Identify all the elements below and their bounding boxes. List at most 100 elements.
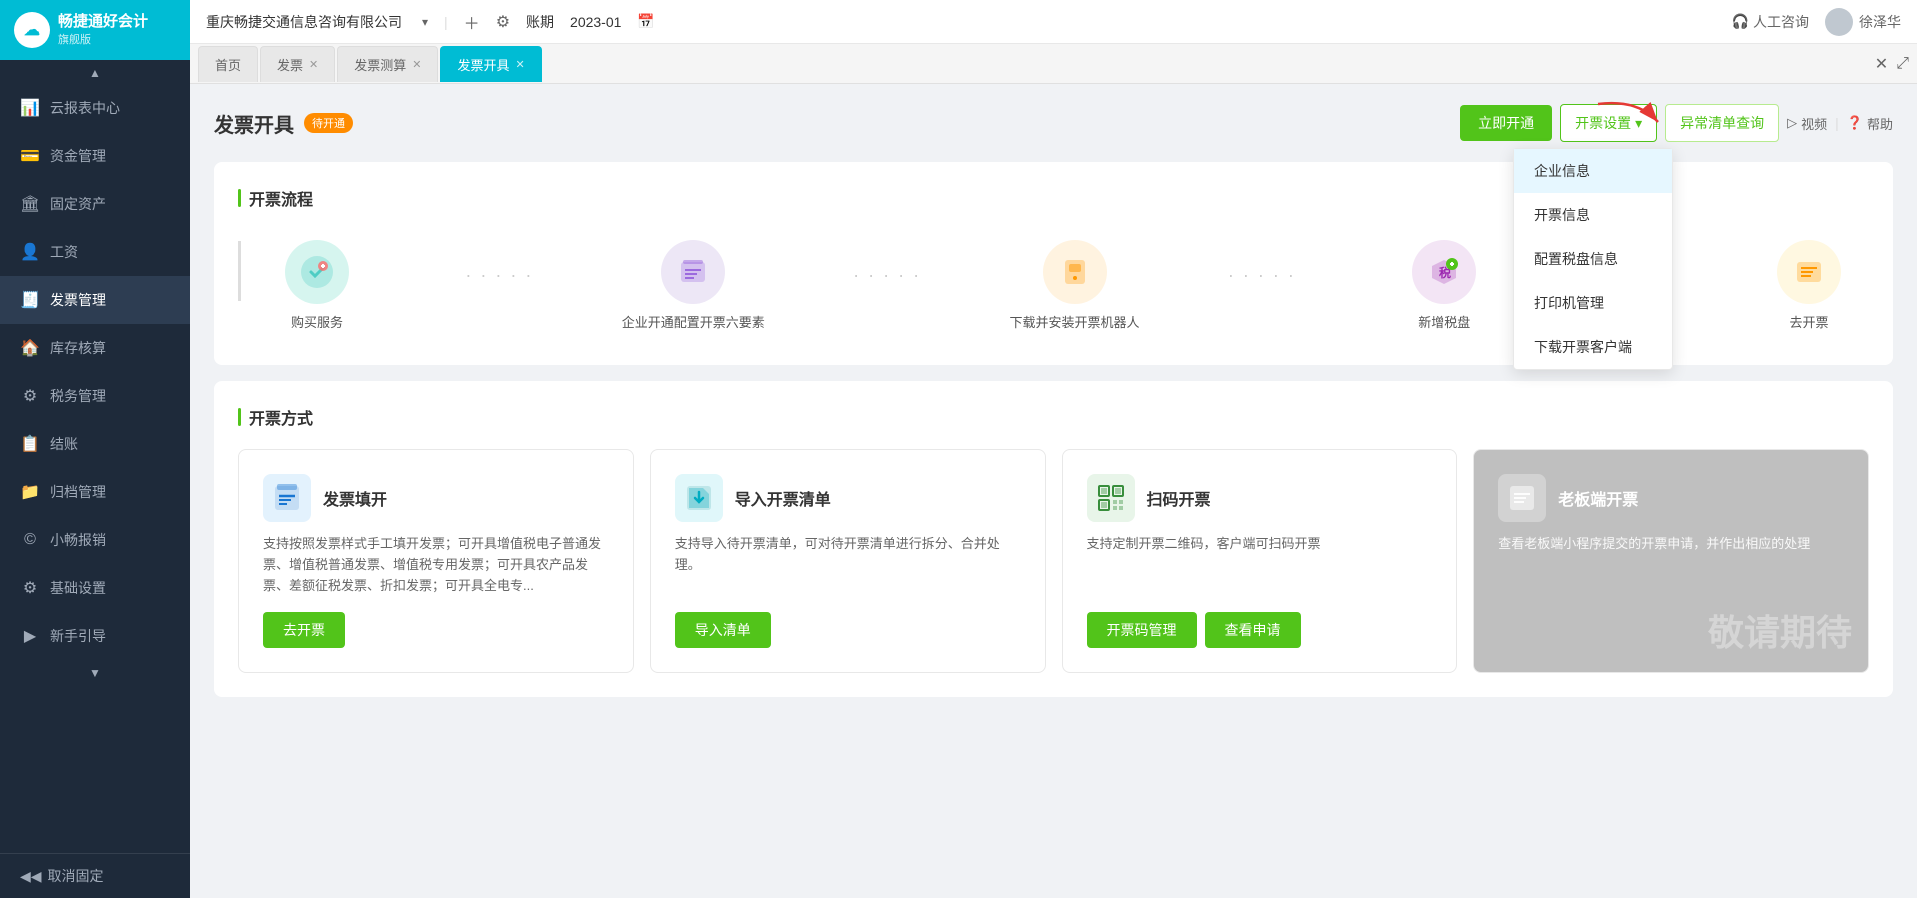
config-icon [661, 240, 725, 304]
page-title: 发票开具 [214, 109, 294, 138]
logo-icon: ☁ [14, 12, 50, 48]
title-border-decoration [238, 189, 241, 207]
sidebar-item-gudingzichan[interactable]: 🏛 固定资产 [0, 180, 190, 228]
cancel-label: 取消固定 [48, 866, 104, 886]
method-card-fill: 发票填开 支持按照发票样式手工填开发票；可开具增值税电子普通发票、增值税普通发票… [238, 449, 634, 673]
sidebar-item-jiezhang[interactable]: 📋 结账 [0, 420, 190, 468]
open-btn[interactable]: 立即开通 [1460, 105, 1552, 141]
dropdown-item-download[interactable]: 下载开票客户端 [1514, 325, 1672, 369]
red-arrow-indicator [1588, 94, 1668, 137]
dropdown-company-info-label: 企业信息 [1534, 163, 1590, 179]
sidebar-item-label: 库存核算 [50, 338, 106, 358]
flow-step-buy-label: 购买服务 [291, 312, 343, 331]
help-btn[interactable]: ❓ 帮助 [1847, 114, 1893, 133]
top-bar: 重庆畅捷交通信息咨询有限公司 ▾ | ＋ ⚙ 账期 2023-01 📅 🎧 人工… [190, 0, 1917, 44]
tab-fapiao-close-icon[interactable]: ✕ [309, 58, 318, 71]
tab-bar: 首页 发票 ✕ 发票测算 ✕ 发票开具 ✕ ✕ ⤢ [190, 44, 1917, 84]
company-name: 重庆畅捷交通信息咨询有限公司 [206, 12, 402, 32]
method-fill-desc: 支持按照发票样式手工填开发票；可开具增值税电子普通发票、增值税普通发票、增值税专… [263, 534, 609, 596]
method-boss-header: 老板端开票 [1498, 474, 1844, 522]
dropdown-printer-label: 打印机管理 [1534, 295, 1604, 311]
company-dropdown-icon[interactable]: ▾ [422, 15, 428, 29]
go-invoice-btn[interactable]: 去开票 [263, 612, 345, 648]
sidebar-item-zijin[interactable]: 💳 资金管理 [0, 132, 190, 180]
sidebar-nav: ▲ 📊 云报表中心 💳 资金管理 🏛 固定资产 👤 工资 🧾 发票管理 [0, 60, 190, 853]
invoice-methods-section: 开票方式 [214, 381, 1893, 697]
play-icon: ▷ [1787, 115, 1797, 131]
divider-pipe: | [1835, 115, 1839, 131]
tab-fapiao-kaiju[interactable]: 发票开具 ✕ [440, 46, 541, 82]
sidebar-item-xinshouyin[interactable]: ▶ 新手引导 [0, 612, 190, 660]
video-btn[interactable]: ▷ 视频 [1787, 114, 1827, 133]
dropdown-item-invoice-info[interactable]: 开票信息 [1514, 193, 1672, 237]
sidebar-item-guidan[interactable]: 📁 归档管理 [0, 468, 190, 516]
cancel-fixed-btn[interactable]: ◀◀ 取消固定 [0, 853, 190, 898]
sidebar-logo: ☁ 畅捷通好会计 旗舰版 [0, 0, 190, 60]
tab-fapiao-cesuan[interactable]: 发票测算 ✕ [337, 46, 438, 82]
help-label: 帮助 [1867, 114, 1893, 133]
methods-title-label: 开票方式 [249, 405, 313, 429]
content-area: 发票开具 待开通 立即开通 开票设置 ▾ 异常清单查询 ▷ 视频 | [190, 84, 1917, 898]
tab-kaiju-close-icon[interactable]: ✕ [516, 58, 525, 71]
sidebar-item-label: 新手引导 [50, 626, 106, 646]
dropdown-tax-disk-label: 配置税盘信息 [1534, 251, 1618, 267]
flow-step-go-invoice-label: 去开票 [1790, 312, 1829, 331]
sidebar: ☁ 畅捷通好会计 旗舰版 ▲ 📊 云报表中心 💳 资金管理 🏛 固定资产 [0, 0, 190, 898]
pending-watermark: 敬请期待 [1708, 612, 1852, 653]
add-company-btn[interactable]: ＋ [464, 10, 480, 34]
consultation-btn[interactable]: 🎧 人工咨询 [1732, 12, 1809, 32]
user-info[interactable]: 徐泽华 [1825, 8, 1901, 36]
tab-fapiao-label: 发票 [277, 55, 303, 74]
method-boss-title: 老板端开票 [1558, 486, 1638, 510]
sidebar-item-gongzi[interactable]: 👤 工资 [0, 228, 190, 276]
scroll-down-btn[interactable]: ▼ [0, 660, 190, 684]
calendar-icon[interactable]: 📅 [637, 13, 654, 30]
flow-title-label: 开票流程 [249, 186, 313, 210]
flow-step-go-invoice: 去开票 [1749, 240, 1869, 331]
dropdown-item-tax-disk[interactable]: 配置税盘信息 [1514, 237, 1672, 281]
settings-icon[interactable]: ⚙ [496, 12, 510, 32]
qr-manage-btn[interactable]: 开票码管理 [1087, 612, 1197, 648]
status-badge: 待开通 [304, 113, 353, 133]
page-header: 发票开具 待开通 立即开通 开票设置 ▾ 异常清单查询 ▷ 视频 | [214, 104, 1893, 142]
period-label: 账期 [526, 12, 554, 32]
tab-home-label: 首页 [215, 55, 241, 74]
chevron-up-icon: ▲ [89, 66, 101, 80]
tab-cesuan-close-icon[interactable]: ✕ [412, 58, 421, 71]
boss-invoice-icon [1498, 474, 1546, 522]
question-icon: ❓ [1847, 115, 1863, 131]
sidebar-item-label: 资金管理 [50, 146, 106, 166]
go-invoice-icon [1777, 240, 1841, 304]
sidebar-item-label: 工资 [50, 242, 78, 262]
method-scan-title: 扫码开票 [1147, 486, 1211, 510]
sidebar-item-xiaochang[interactable]: © 小畅报销 [0, 516, 190, 564]
sidebar-item-kucun[interactable]: 🏠 库存核算 [0, 324, 190, 372]
scroll-up-btn[interactable]: ▲ [0, 60, 190, 84]
sidebar-item-jichushezhi[interactable]: ⚙ 基础设置 [0, 564, 190, 612]
tab-close-all-btn[interactable]: ✕ [1875, 54, 1888, 74]
tab-expand-btn[interactable]: ⤢ [1896, 54, 1909, 74]
pending-badge: 敬请期待 [1708, 604, 1852, 656]
flow-step-install-label: 下载并安装开票机器人 [1010, 312, 1140, 331]
methods-section-title: 开票方式 [238, 405, 1869, 429]
flow-step-config-label: 企业开通配置开票六要素 [622, 312, 765, 331]
dropdown-item-printer[interactable]: 打印机管理 [1514, 281, 1672, 325]
tab-home[interactable]: 首页 [198, 46, 258, 82]
view-apply-btn[interactable]: 查看申请 [1205, 612, 1301, 648]
sidebar-item-yunbao[interactable]: 📊 云报表中心 [0, 84, 190, 132]
guidan-icon: 📁 [20, 482, 40, 502]
method-card-import: 导入开票清单 支持导入待开票清单，可对待开票清单进行拆分、合并处理。 导入清单 [650, 449, 1046, 673]
sidebar-item-label: 发票管理 [50, 290, 106, 310]
kucun-icon: 🏠 [20, 338, 40, 358]
dropdown-item-company-info[interactable]: 企业信息 [1514, 149, 1672, 193]
query-btn[interactable]: 异常清单查询 [1665, 104, 1779, 142]
flow-dots-2: · · · · · [853, 265, 921, 286]
sidebar-item-label: 结账 [50, 434, 78, 454]
sidebar-item-shuiwu[interactable]: ⚙ 税务管理 [0, 372, 190, 420]
install-icon [1043, 240, 1107, 304]
gongzi-icon: 👤 [20, 242, 40, 262]
sidebar-item-fapiao[interactable]: 🧾 发票管理 [0, 276, 190, 324]
chevron-down-icon: ▼ [89, 666, 101, 680]
import-list-btn[interactable]: 导入清单 [675, 612, 771, 648]
tab-fapiao[interactable]: 发票 ✕ [260, 46, 335, 82]
